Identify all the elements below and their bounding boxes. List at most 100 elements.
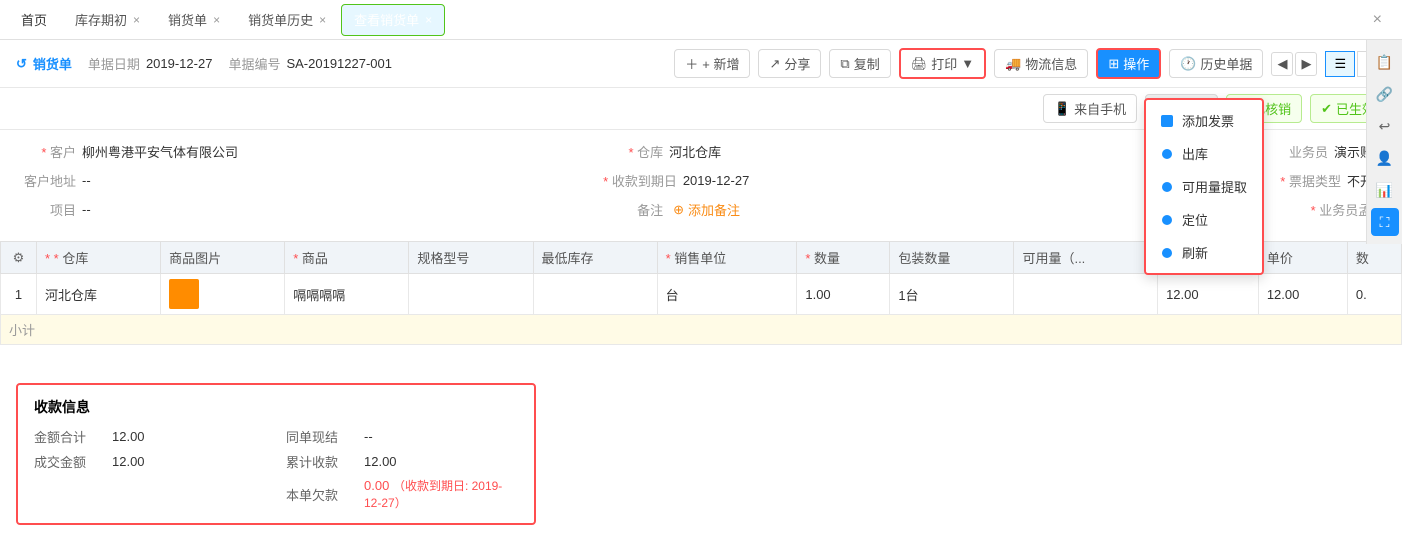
copy-icon: ⧉ [840,56,849,72]
due-date-value: 2019-12-27 [683,173,750,188]
sidebar-btn-3[interactable]: ↩ [1371,112,1399,140]
logistics-button[interactable]: 🚚 物流信息 [994,49,1088,78]
total-value: 12.00 [112,429,145,444]
add-invoice-icon [1160,114,1174,128]
sales-history-close[interactable]: × [319,13,326,27]
project-label: 项目 [16,200,76,219]
staff2-label: 业务员孟 [1311,200,1372,219]
document-header: ↺ 销货单 单据日期 2019-12-27 单据编号 SA-20191227-0… [0,40,1402,88]
tab-bar: 首页 库存期初 × 销货单 × 销货单历史 × 查看销货单 × × [0,0,1402,40]
col-pkg-qty: 包装数量 [890,242,1014,274]
subtotal-row: 小计 [1,315,1402,345]
available-extract-label: 可用量提取 [1182,177,1247,196]
customer-label: 客户 [16,142,76,161]
add-invoice-label: 添加发票 [1182,111,1234,130]
sales-history-label: 销货单历史 [248,10,313,29]
right-sidebar: 📋 🔗 ↩ 👤 📊 ⛶ [1366,40,1402,244]
operate-button[interactable]: ⊞ 操作 [1096,48,1161,79]
number-value: SA-20191227-001 [286,56,392,71]
dropdown-menu: 添加发票 出库 可用量提取 定位 刷新 [1144,98,1264,275]
same-order-value: -- [364,429,373,444]
tab-view-sales[interactable]: 查看销货单 × [341,4,445,36]
tab-home[interactable]: 首页 [8,4,60,36]
row-more: 0. [1347,274,1401,315]
inventory-init-label: 库存期初 [75,10,127,29]
prev-arrow[interactable]: ◀ [1271,52,1293,76]
sidebar-btn-5[interactable]: 📊 [1371,176,1399,204]
phone-icon: 📱 [1054,101,1070,117]
due-amount-number: 0.00 [364,478,389,493]
view-sales-close[interactable]: × [425,13,432,27]
date-label: 单据日期 [88,54,140,73]
locate-icon [1160,213,1174,227]
effect-icon: ✔ [1321,101,1332,117]
cumulative-row: 累计收款 12.00 [286,452,518,471]
refresh-item[interactable]: 刷新 [1146,236,1262,269]
add-note-button[interactable]: ⊕ 添加备注 [673,200,740,219]
product-image [169,279,199,309]
same-order-label: 同单现结 [286,427,356,446]
payment-grid: 金额合计 12.00 同单现结 -- 成交金额 12.00 累计收款 12.00 [34,427,518,511]
phone-button[interactable]: 📱 来自手机 [1043,94,1137,123]
row-product-img [161,274,285,315]
note-label: 备注 [603,200,663,219]
col-more: 数 [1347,242,1401,274]
number-label: 单据编号 [228,54,280,73]
col-product-img: 商品图片 [161,242,285,274]
col-price: 单价 [1258,242,1347,274]
new-button[interactable]: ＋ + 新增 [674,49,750,78]
row-sales-unit: 台 [657,274,797,315]
address-value: -- [82,173,91,188]
tab-sales-order[interactable]: 销货单 × [155,4,233,36]
copy-button[interactable]: ⧉ 复制 [829,49,890,78]
sidebar-btn-1[interactable]: 📋 [1371,48,1399,76]
col-min-stock: 最低库存 [533,242,657,274]
expand-button[interactable]: ⛶ [1371,208,1399,236]
window-close-button[interactable]: × [1361,11,1394,29]
next-arrow[interactable]: ▶ [1295,52,1317,76]
due-date-label: 收款到期日 [603,171,677,190]
tab-sales-history[interactable]: 销货单历史 × [235,4,339,36]
doc-date-field: 单据日期 2019-12-27 [88,54,213,73]
doc-number-field: 单据编号 SA-20191227-001 [228,54,392,73]
col-settings[interactable]: ⚙ [1,242,37,274]
tab-inventory-init[interactable]: 库存期初 × [62,4,153,36]
available-extract-icon [1160,180,1174,194]
locate-label: 定位 [1182,210,1208,229]
print-button[interactable]: 🖨 打印 ▼ [899,48,986,79]
sidebar-btn-4[interactable]: 👤 [1371,144,1399,172]
warehouse-value: 河北仓库 [669,142,721,161]
col-qty: * 数量 [797,242,890,274]
row-pkg-qty: 1台 [890,274,1014,315]
same-order-row: 同单现结 -- [286,427,518,446]
print-dropdown-icon: ▼ [961,56,974,71]
date-value: 2019-12-27 [146,56,213,71]
subtotal-label: 小计 [1,315,1402,345]
outbound-item[interactable]: 出库 [1146,137,1262,170]
add-invoice-item[interactable]: 添加发票 [1146,104,1262,137]
history-button[interactable]: 🕐 历史单据 [1169,49,1263,78]
gear-icon[interactable]: ⚙ [13,250,25,265]
col-sales-unit: * 销售单位 [657,242,797,274]
locate-item[interactable]: 定位 [1146,203,1262,236]
share-button[interactable]: ↗ 分享 [758,49,821,78]
list-view-btn[interactable]: ☰ [1325,51,1355,77]
inventory-init-close[interactable]: × [133,13,140,27]
sidebar-btn-2[interactable]: 🔗 [1371,80,1399,108]
truck-icon: 🚚 [1005,56,1021,72]
project-field: 项目 -- [16,200,603,219]
col-warehouse: * 仓库 [37,242,161,274]
outbound-label: 出库 [1182,144,1208,163]
row-qty: 1.00 [797,274,890,315]
outbound-icon [1160,147,1174,161]
print-icon: 🖨 [911,56,928,72]
available-extract-item[interactable]: 可用量提取 [1146,170,1262,203]
nav-arrows: ◀ ▶ [1271,52,1317,76]
row-stock: 12.00 [1158,274,1259,315]
ticket-label: 票据类型 [1280,171,1341,190]
row-product: 嗝嗝嗝嗝 [285,274,409,315]
sales-order-close[interactable]: × [213,13,220,27]
payment-info-box: 收款信息 金额合计 12.00 同单现结 -- 成交金额 12.00 累计收款 … [16,383,536,525]
view-sales-label: 查看销货单 [354,10,419,29]
document-title: ↺ 销货单 [16,54,72,73]
